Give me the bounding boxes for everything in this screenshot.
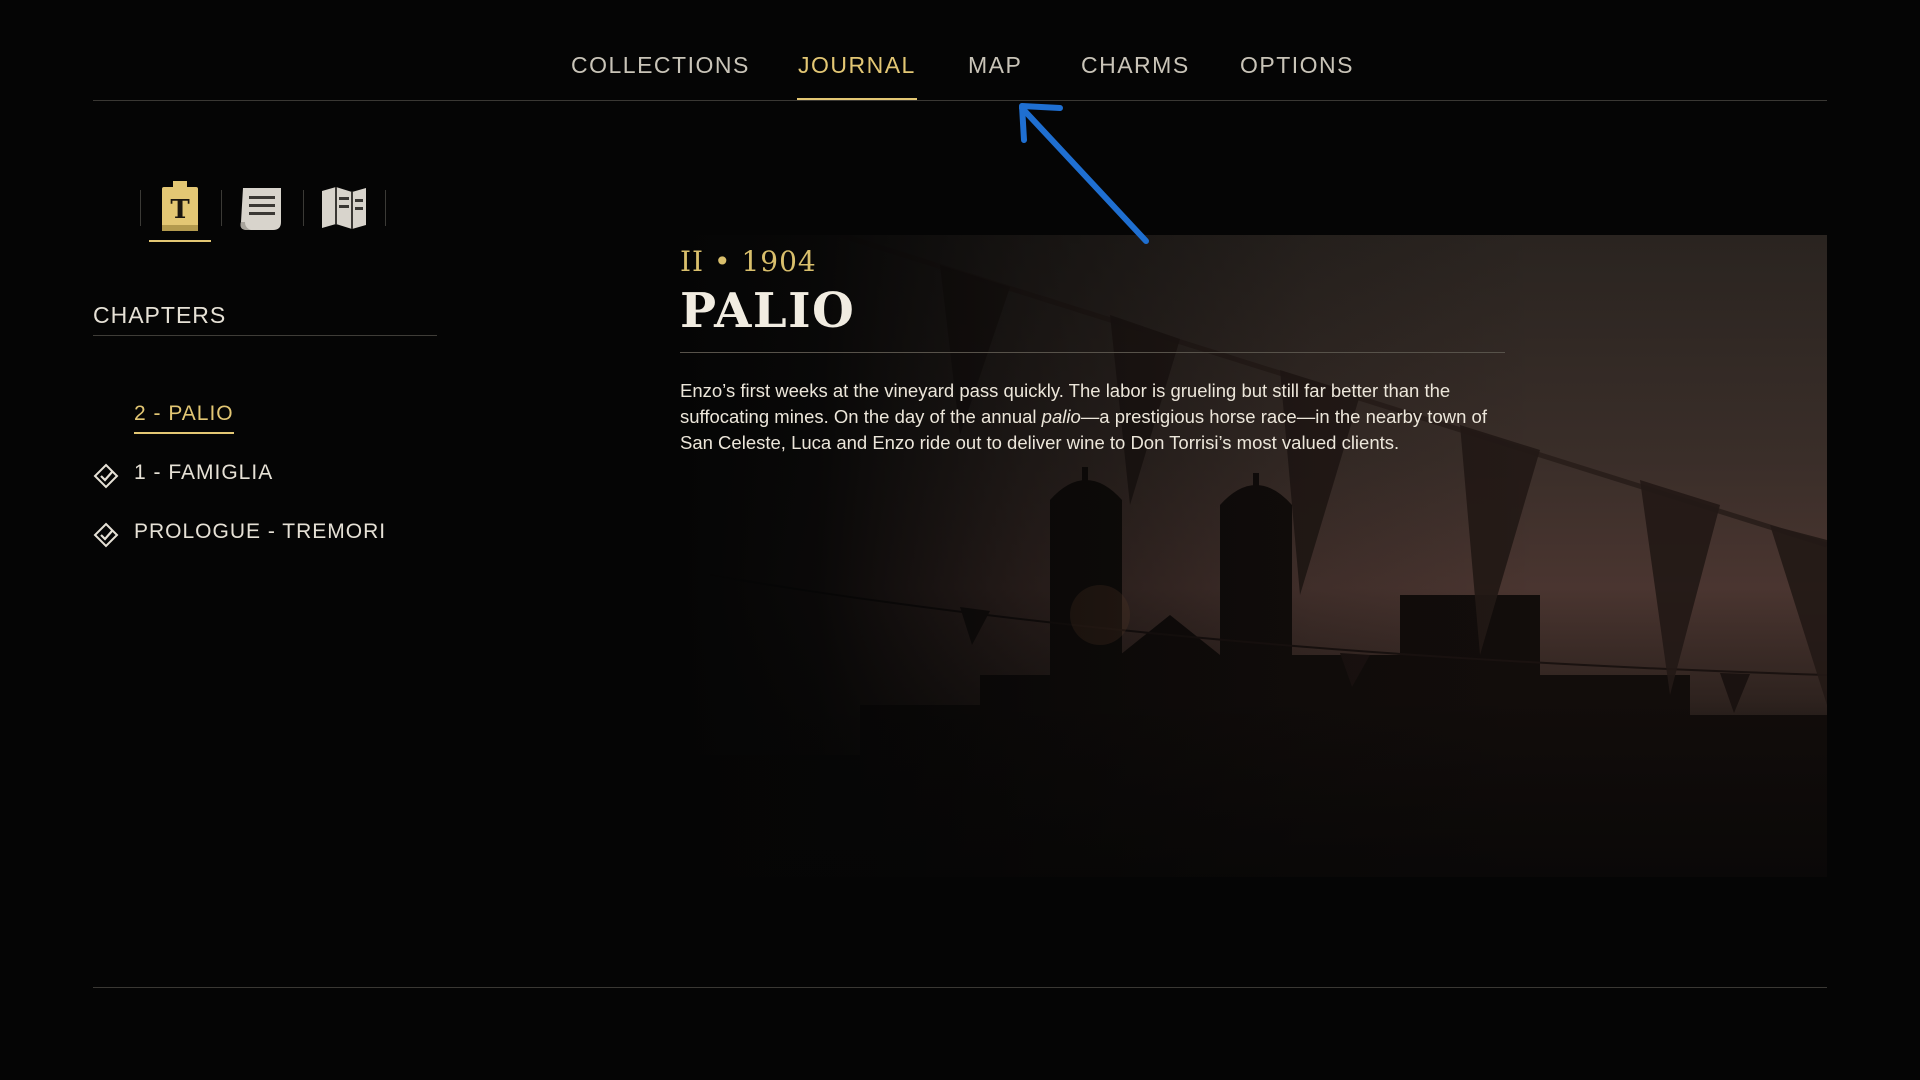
diamond-check-icon — [93, 463, 119, 489]
divider — [221, 190, 222, 226]
top-navigation: COLLECTIONS JOURNAL MAP CHARMS OPTIONS — [93, 0, 1827, 101]
chapter-title: PALIO — [680, 283, 856, 339]
tab-journal[interactable]: JOURNAL — [797, 52, 917, 100]
tab-charms[interactable]: CHARMS — [1081, 52, 1190, 100]
chapters-heading: CHAPTERS — [93, 302, 437, 336]
svg-text:T: T — [170, 195, 190, 225]
tab-collections[interactable]: COLLECTIONS — [571, 52, 750, 100]
open-map-icon[interactable] — [314, 176, 374, 240]
divider — [303, 190, 304, 226]
chapter-number-year: II • 1904 — [680, 245, 817, 278]
book-t-icon[interactable]: T — [149, 176, 211, 242]
tab-options[interactable]: OPTIONS — [1240, 52, 1354, 100]
journal-screen: COLLECTIONS JOURNAL MAP CHARMS OPTIONS T — [0, 0, 1920, 1080]
divider — [140, 190, 141, 226]
title-divider — [680, 352, 1505, 353]
chapter-label: 2 - PALIO — [134, 402, 234, 434]
chapter-label: 1 - FAMIGLIA — [134, 461, 274, 484]
tab-map[interactable]: MAP — [968, 52, 1022, 100]
chapter-label: PROLOGUE - TREMORI — [134, 520, 387, 543]
divider — [385, 190, 386, 226]
illustration-fade-bottom — [680, 697, 1827, 877]
footer-divider — [93, 987, 1827, 988]
description-italic: palio — [1041, 406, 1081, 427]
letter-icon[interactable] — [232, 176, 292, 240]
diamond-check-icon — [93, 522, 119, 548]
chapter-description: Enzo’s first weeks at the vineyard pass … — [680, 378, 1512, 456]
